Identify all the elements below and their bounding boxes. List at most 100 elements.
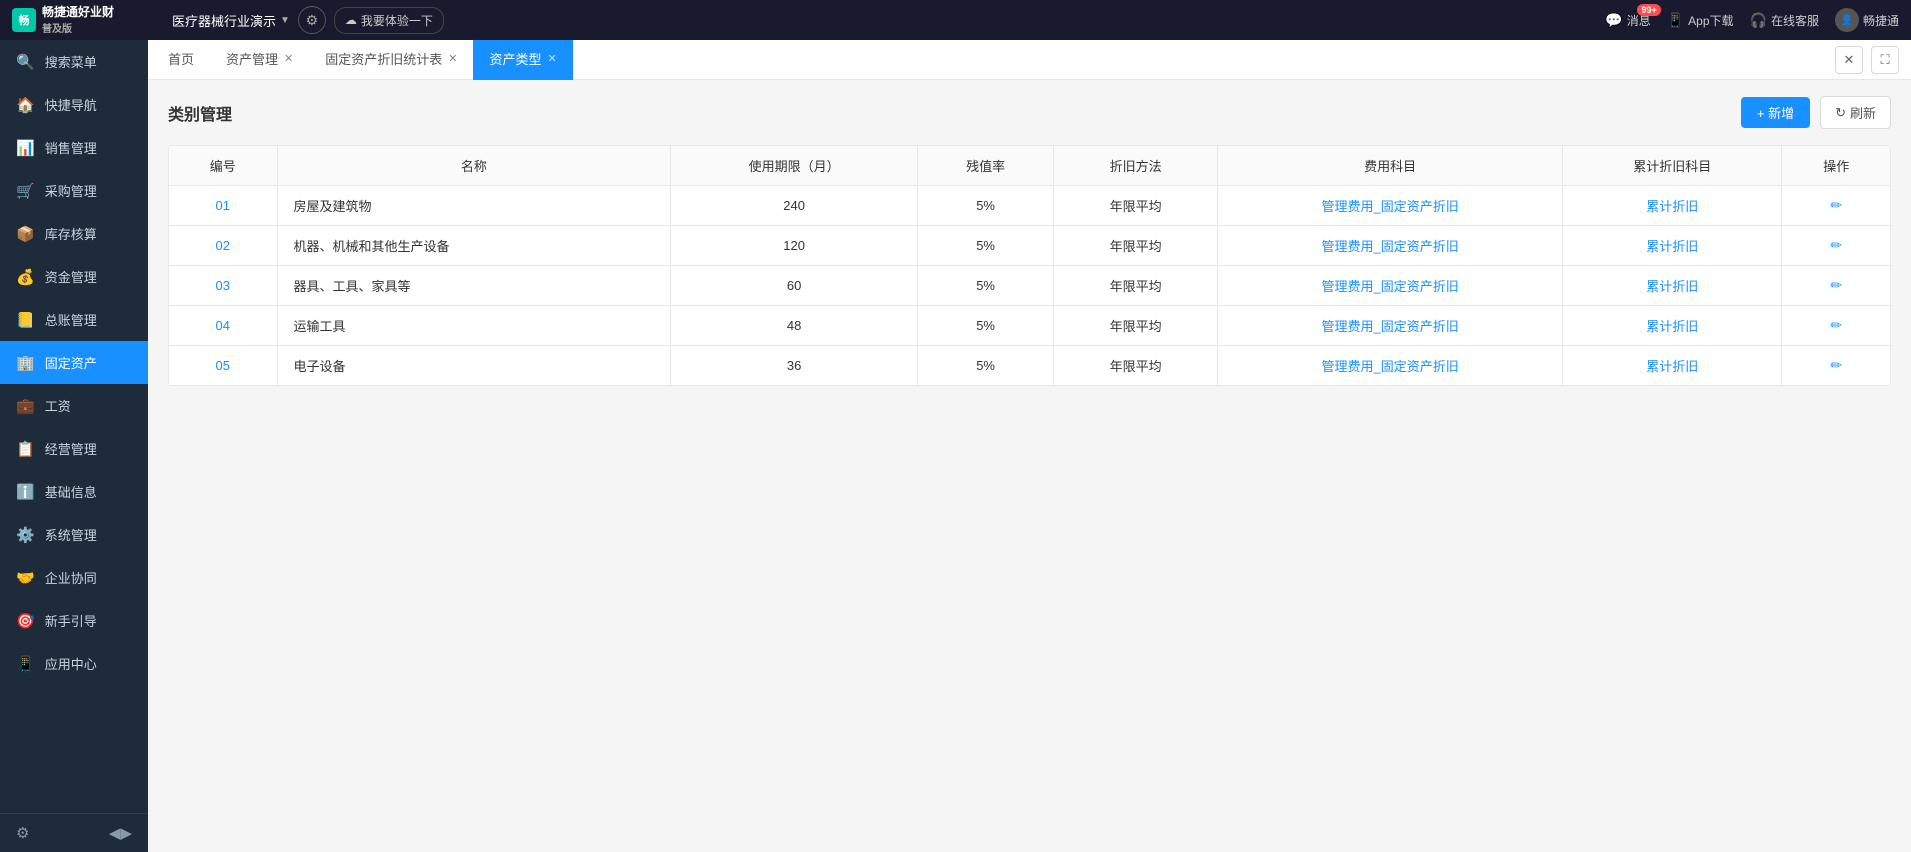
tab-depreciation-close[interactable]: ✕ [448, 52, 457, 65]
sidebar-label-app-center: 应用中心 [45, 654, 97, 673]
refresh-button[interactable]: ↻ 刷新 [1820, 96, 1891, 129]
cell-name: 电子设备 [277, 346, 671, 386]
edit-icon[interactable]: ✏ [1830, 317, 1842, 333]
sidebar-item-sales[interactable]: 📊 销售管理 [0, 126, 148, 169]
table-row: 02 机器、机械和其他生产设备 120 5% 年限平均 管理费用_固定资产折旧 … [169, 226, 1891, 266]
sidebar-item-fixed-assets[interactable]: 🏢 固定资产 [0, 341, 148, 384]
module-selector[interactable]: 医疗器械行业演示 ▼ [172, 11, 290, 30]
sidebar-item-inventory[interactable]: 📦 库存核算 [0, 212, 148, 255]
cell-method: 年限平均 [1054, 226, 1218, 266]
sidebar-item-app-center[interactable]: 📱 应用中心 [0, 642, 148, 685]
cell-code: 02 [169, 226, 278, 266]
collapse-icon[interactable]: ◀▶ [109, 824, 132, 842]
settings-icon[interactable]: ⚙ [298, 6, 326, 34]
basic-info-icon: ℹ️ [16, 483, 35, 501]
cell-accumulated: 累计折旧 [1563, 226, 1782, 266]
message-button[interactable]: 💬 消息 99+ [1605, 12, 1650, 29]
col-expense: 费用科目 [1218, 146, 1563, 186]
phone-icon: 📱 [1667, 12, 1684, 29]
page-header: 类别管理 + 新增 ↻ 刷新 [168, 96, 1891, 129]
sidebar: 🔍 搜索菜单 🏠 快捷导航 📊 销售管理 🛒 采购管理 📦 库存核算 💰 资金管… [0, 40, 148, 852]
tab-asset-type[interactable]: 资产类型 ✕ [473, 40, 572, 80]
sidebar-item-payroll[interactable]: 💼 工资 [0, 384, 148, 427]
sidebar-item-guide[interactable]: 🎯 新手引导 [0, 599, 148, 642]
cell-residual: 5% [918, 186, 1054, 226]
cell-residual: 5% [918, 346, 1054, 386]
sidebar-item-enterprise[interactable]: 🤝 企业协同 [0, 556, 148, 599]
cell-residual: 5% [918, 226, 1054, 266]
sidebar-label-sales: 销售管理 [45, 138, 97, 157]
sidebar-item-basic-info[interactable]: ℹ️ 基础信息 [0, 470, 148, 513]
tab-asset-mgmt-label: 资产管理 [226, 49, 278, 68]
guide-icon: 🎯 [16, 612, 35, 630]
cell-method: 年限平均 [1054, 306, 1218, 346]
cell-accumulated: 累计折旧 [1563, 186, 1782, 226]
cell-method: 年限平均 [1054, 186, 1218, 226]
edit-icon[interactable]: ✏ [1830, 237, 1842, 253]
sidebar-label-enterprise: 企业协同 [45, 568, 97, 587]
tab-asset-type-close[interactable]: ✕ [548, 52, 557, 65]
cell-residual: 5% [918, 266, 1054, 306]
sidebar-item-quick-nav[interactable]: 🏠 快捷导航 [0, 83, 148, 126]
tab-close-button[interactable]: ✕ [1835, 46, 1863, 74]
cell-accumulated: 累计折旧 [1563, 306, 1782, 346]
tab-expand-button[interactable]: ⛶ [1871, 46, 1899, 74]
sidebar-item-capital[interactable]: 💰 资金管理 [0, 255, 148, 298]
cell-code: 03 [169, 266, 278, 306]
tab-asset-mgmt[interactable]: 资产管理 ✕ [210, 40, 309, 80]
user-menu[interactable]: 👤 畅捷通 [1835, 8, 1899, 32]
sidebar-item-search[interactable]: 🔍 搜索菜单 [0, 40, 148, 83]
cell-period: 120 [671, 226, 918, 266]
edition-badge: 普及版 [42, 20, 114, 35]
cell-period: 240 [671, 186, 918, 226]
edit-icon[interactable]: ✏ [1830, 277, 1842, 293]
online-service-button[interactable]: 🎧 在线客服 [1750, 12, 1819, 29]
message-icon: 💬 [1605, 12, 1622, 29]
cell-name: 器具、工具、家具等 [277, 266, 671, 306]
app-download-label: App下载 [1688, 12, 1733, 29]
cell-period: 36 [671, 346, 918, 386]
add-button[interactable]: + 新增 [1741, 97, 1810, 128]
service-icon: 🎧 [1750, 12, 1767, 29]
tab-depreciation-label: 固定资产折旧统计表 [325, 49, 442, 68]
col-residual: 残值率 [918, 146, 1054, 186]
tab-home[interactable]: 首页 [160, 40, 210, 80]
settings-bottom-icon[interactable]: ⚙ [16, 824, 29, 842]
topbar: 畅 畅捷通好业财 普及版 医疗器械行业演示 ▼ ⚙ ☁ 我要体验一下 💬 消息 … [0, 0, 1911, 40]
table-header-row: 编号 名称 使用期限（月） 残值率 折旧方法 费用科目 累计折旧科目 操作 [169, 146, 1891, 186]
sidebar-item-system[interactable]: ⚙️ 系统管理 [0, 513, 148, 556]
sidebar-bottom: ⚙ ◀▶ [0, 813, 148, 852]
edit-icon[interactable]: ✏ [1830, 357, 1842, 373]
edit-icon[interactable]: ✏ [1830, 197, 1842, 213]
app-download-button[interactable]: 📱 App下载 [1667, 12, 1734, 29]
cell-name: 机器、机械和其他生产设备 [277, 226, 671, 266]
experience-button[interactable]: ☁ 我要体验一下 [334, 7, 444, 34]
category-table: 编号 名称 使用期限（月） 残值率 折旧方法 费用科目 累计折旧科目 操作 01… [168, 145, 1891, 386]
cell-code: 05 [169, 346, 278, 386]
cell-accumulated: 累计折旧 [1563, 346, 1782, 386]
sidebar-item-operations[interactable]: 📋 经营管理 [0, 427, 148, 470]
cell-action: ✏ [1782, 346, 1891, 386]
sidebar-item-ledger[interactable]: 📒 总账管理 [0, 298, 148, 341]
cell-accumulated: 累计折旧 [1563, 266, 1782, 306]
cell-action: ✏ [1782, 266, 1891, 306]
tab-bar: 首页 资产管理 ✕ 固定资产折旧统计表 ✕ 资产类型 ✕ ✕ ⛶ [148, 40, 1911, 80]
sidebar-item-purchase[interactable]: 🛒 采购管理 [0, 169, 148, 212]
tab-right-controls: ✕ ⛶ [1835, 46, 1899, 74]
app-center-icon: 📱 [16, 655, 35, 673]
sidebar-label-basic-info: 基础信息 [45, 482, 97, 501]
capital-icon: 💰 [16, 268, 35, 286]
system-icon: ⚙️ [16, 526, 35, 544]
topbar-right: 💬 消息 99+ 📱 App下载 🎧 在线客服 👤 畅捷通 [1605, 8, 1899, 32]
cell-period: 60 [671, 266, 918, 306]
ledger-icon: 📒 [16, 311, 35, 329]
enterprise-icon: 🤝 [16, 569, 35, 587]
tab-depreciation-table[interactable]: 固定资产折旧统计表 ✕ [309, 40, 473, 80]
sidebar-label-payroll: 工资 [45, 396, 71, 415]
content-area: 首页 资产管理 ✕ 固定资产折旧统计表 ✕ 资产类型 ✕ ✕ ⛶ 类别管理 [148, 40, 1911, 852]
table-row: 04 运输工具 48 5% 年限平均 管理费用_固定资产折旧 累计折旧 ✏ [169, 306, 1891, 346]
tab-asset-mgmt-close[interactable]: ✕ [284, 52, 293, 65]
sidebar-label-system: 系统管理 [45, 525, 97, 544]
cell-expense: 管理费用_固定资产折旧 [1218, 346, 1563, 386]
tab-asset-type-label: 资产类型 [489, 49, 541, 68]
